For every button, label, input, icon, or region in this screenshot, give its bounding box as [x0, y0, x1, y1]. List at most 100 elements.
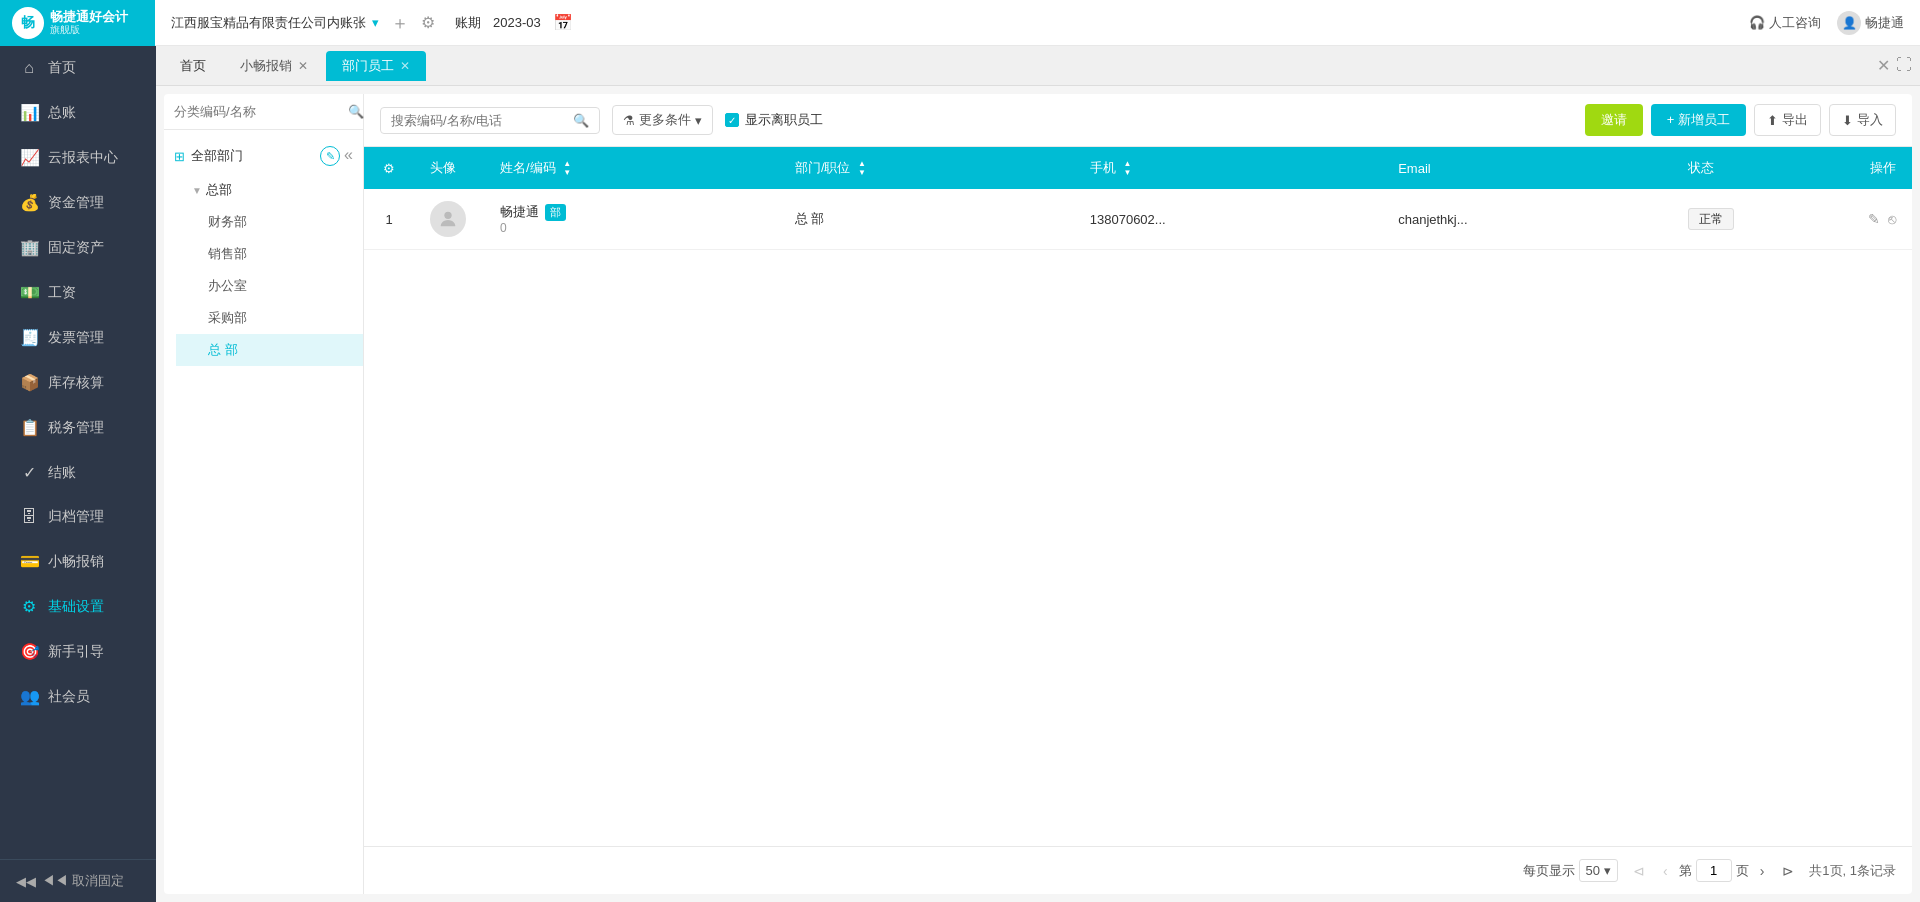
employee-search-box[interactable]: 🔍: [380, 107, 600, 134]
sidebar-item-fixed-assets[interactable]: 🏢 固定资产: [0, 225, 156, 270]
sidebar-item-reports[interactable]: 📈 云报表中心: [0, 135, 156, 180]
sidebar-item-label: 结账: [48, 464, 76, 482]
sidebar-item-tax[interactable]: 📋 税务管理: [0, 405, 156, 450]
avatar-icon: 👤: [1837, 11, 1861, 35]
dept-search-icon[interactable]: 🔍: [348, 104, 364, 119]
sidebar-item-inventory[interactable]: 📦 库存核算: [0, 360, 156, 405]
export-button[interactable]: ⬆ 导出: [1754, 104, 1821, 136]
all-dept-header[interactable]: ⊞ 全部部门 ✎ «: [164, 138, 363, 174]
col-phone[interactable]: 手机 ▲▼: [1074, 147, 1382, 189]
sidebar-item-label: 税务管理: [48, 419, 104, 437]
tab-home[interactable]: 首页: [164, 51, 222, 81]
sidebar-item-close-period[interactable]: ✓ 结账: [0, 450, 156, 495]
dept-item-general[interactable]: 总 部: [176, 334, 363, 366]
home-icon: ⌂: [20, 59, 38, 77]
show-resigned-toggle[interactable]: ✓ 显示离职员工: [725, 111, 823, 129]
tab-expense[interactable]: 小畅报销 ✕: [224, 51, 324, 81]
col-email: Email: [1382, 147, 1672, 189]
logo-title: 畅捷通好会计: [50, 9, 128, 25]
col-avatar: 头像: [414, 147, 484, 189]
total-record: 共1页, 1条记录: [1809, 862, 1896, 880]
maximize-icon[interactable]: ⛶: [1896, 56, 1912, 75]
right-panel: 🔍 ⚗ 更多条件 ▾ ✓ 显示离职员工 邀请 + 新增员工: [364, 94, 1912, 894]
sidebar-item-label: 总账: [48, 104, 76, 122]
sidebar-item-label: 小畅报销: [48, 553, 104, 571]
tax-icon: 📋: [20, 418, 38, 437]
edit-dept-icon[interactable]: ✎: [320, 146, 340, 166]
import-button[interactable]: ⬇ 导入: [1829, 104, 1896, 136]
page-suffix: 页: [1736, 862, 1749, 880]
pagination: 每页显示 50 ▾ ⊲ ‹ 第 页 › ⊳: [364, 846, 1912, 894]
page-size-area: 每页显示 50 ▾: [1523, 859, 1618, 882]
first-page-button[interactable]: ⊲: [1626, 860, 1652, 882]
sidebar-item-settings[interactable]: ⚙ 基础设置: [0, 584, 156, 629]
dept-panel: 🔍 ⊞ 全部部门 ✎ «: [164, 94, 364, 894]
sidebar-item-label: 资金管理: [48, 194, 104, 212]
col-name[interactable]: 姓名/编码 ▲▼: [484, 147, 779, 189]
sidebar: ⌂ 首页 📊 总账 📈 云报表中心 💰 资金管理 🏢 固定资产 💵 工资 🧾 发…: [0, 46, 156, 902]
last-page-button[interactable]: ⊳: [1775, 860, 1801, 882]
support-button[interactable]: 🎧 人工咨询: [1749, 14, 1821, 32]
col-settings[interactable]: ⚙: [364, 147, 414, 189]
add-employee-button[interactable]: + 新增员工: [1651, 104, 1746, 136]
sidebar-item-label: 库存核算: [48, 374, 104, 392]
search-icon: 🔍: [573, 113, 589, 128]
sidebar-item-members[interactable]: 👥 社会员: [0, 674, 156, 719]
row-name: 畅捷通 部 0: [484, 189, 779, 250]
dept-item-purchase[interactable]: 采购部: [176, 302, 363, 334]
per-page-label: 每页显示: [1523, 862, 1575, 880]
col-dept[interactable]: 部门/职位 ▲▼: [779, 147, 1074, 189]
add-company-icon[interactable]: ＋: [391, 11, 409, 35]
collapse-dept-icon[interactable]: «: [344, 146, 353, 166]
dept-item-sales[interactable]: 销售部: [176, 238, 363, 270]
page-size-selector[interactable]: 50 ▾: [1579, 859, 1618, 882]
logo-icon: 畅: [12, 7, 44, 39]
dept-search-area: 🔍: [164, 94, 363, 130]
tab-expense-close[interactable]: ✕: [298, 59, 308, 73]
close-window-icon[interactable]: ✕: [1877, 56, 1890, 75]
dept-item-finance[interactable]: 财务部: [176, 206, 363, 238]
sidebar-item-invoice[interactable]: 🧾 发票管理: [0, 315, 156, 360]
invite-button[interactable]: 邀请: [1585, 104, 1643, 136]
sidebar-item-label: 发票管理: [48, 329, 104, 347]
dept-item-zongbu-parent[interactable]: ▼ 总部: [176, 174, 363, 206]
sidebar-item-general-ledger[interactable]: 📊 总账: [0, 90, 156, 135]
table-row: 1 畅捷通 部: [364, 189, 1912, 250]
row-actions: ✎ ⎋: [1792, 189, 1912, 250]
prev-page-button[interactable]: ‹: [1656, 860, 1675, 882]
ledger-icon: 📊: [20, 103, 38, 122]
row-email: chanjethkj...: [1382, 189, 1672, 250]
tab-dept-close[interactable]: ✕: [400, 59, 410, 73]
sidebar-item-salary[interactable]: 💵 工资: [0, 270, 156, 315]
company-selector[interactable]: 江西服宝精品有限责任公司内账张 ▾: [171, 14, 379, 32]
page-input[interactable]: [1696, 859, 1732, 882]
delete-employee-icon[interactable]: ⎋: [1888, 211, 1896, 227]
sidebar-item-guide[interactable]: 🎯 新手引导: [0, 629, 156, 674]
next-page-button[interactable]: ›: [1753, 860, 1772, 882]
salary-icon: 💵: [20, 283, 38, 302]
settings-icon[interactable]: ⚙: [421, 13, 435, 32]
edit-employee-icon[interactable]: ✎: [1868, 211, 1880, 227]
calendar-icon[interactable]: 📅: [553, 13, 573, 32]
tab-dept-employee[interactable]: 部门员工 ✕: [326, 51, 426, 81]
more-filter-button[interactable]: ⚗ 更多条件 ▾: [612, 105, 713, 135]
sidebar-item-archive[interactable]: 🗄 归档管理: [0, 495, 156, 539]
dept-item-office[interactable]: 办公室: [176, 270, 363, 302]
dept-search-input[interactable]: [174, 104, 342, 119]
grid-icon: ⊞: [174, 149, 185, 164]
sidebar-item-label: 新手引导: [48, 643, 104, 661]
guide-icon: 🎯: [20, 642, 38, 661]
sidebar-item-home[interactable]: ⌂ 首页: [0, 46, 156, 90]
assets-icon: 🏢: [20, 238, 38, 257]
expand-icon: ▼: [192, 185, 202, 196]
headset-icon: 🎧: [1749, 15, 1765, 30]
col-status: 状态: [1672, 147, 1792, 189]
col-actions: 操作: [1792, 147, 1912, 189]
sidebar-item-expense[interactable]: 💳 小畅报销: [0, 539, 156, 584]
employee-search-input[interactable]: [391, 113, 567, 128]
sidebar-item-funds[interactable]: 💰 资金管理: [0, 180, 156, 225]
import-icon: ⬇: [1842, 113, 1853, 128]
user-menu[interactable]: 👤 畅捷通: [1837, 11, 1904, 35]
cancel-fixed-button[interactable]: ◀◀ ◀◀ 取消固定: [0, 859, 156, 902]
funds-icon: 💰: [20, 193, 38, 212]
